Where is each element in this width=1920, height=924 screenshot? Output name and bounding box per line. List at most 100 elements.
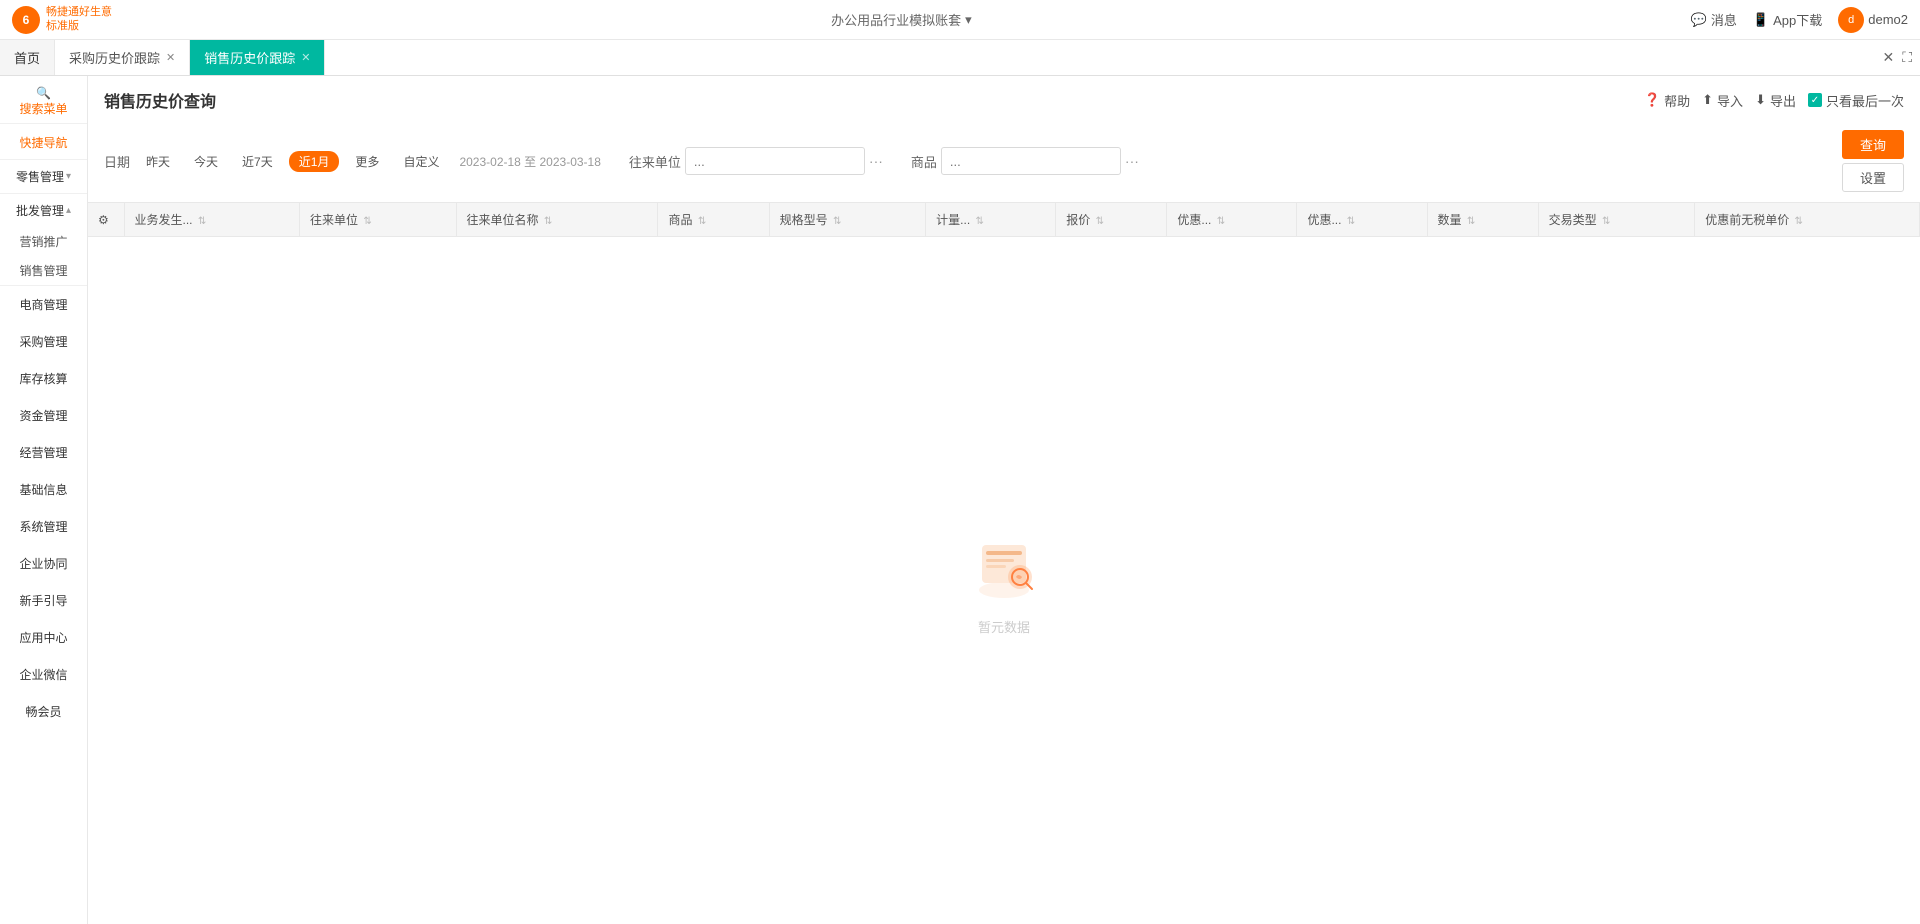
th-unit-name[interactable]: 往来单位名称 ⇅ bbox=[456, 203, 658, 237]
date-btn-custom[interactable]: 自定义 bbox=[395, 151, 447, 172]
tabbar-actions: ✕ ⛶ bbox=[1874, 40, 1920, 75]
date-btn-today[interactable]: 今天 bbox=[186, 151, 226, 172]
message-icon: 💬 bbox=[1691, 12, 1707, 28]
sidebar-item-purchase[interactable]: 采购管理 bbox=[0, 323, 87, 360]
sidebar-item-retail[interactable]: 零售管理 ▾ bbox=[0, 160, 87, 193]
sidebar-sub-sales-mgmt[interactable]: 销售管理 bbox=[0, 256, 87, 285]
sidebar-section-retail: 零售管理 ▾ bbox=[0, 160, 87, 194]
product-picker-icon[interactable]: ··· bbox=[1125, 153, 1139, 169]
sidebar-item-app-center[interactable]: 应用中心 bbox=[0, 619, 87, 656]
sidebar-section-wholesale: 批发管理 ▴ 营销推广 销售管理 bbox=[0, 194, 87, 286]
chevron-up-icon: ▴ bbox=[66, 205, 71, 216]
table-header-row: ⚙ 业务发生... ⇅ 往来单位 ⇅ 往来单位名称 bbox=[88, 203, 1920, 237]
export-icon: ⬇ bbox=[1755, 92, 1766, 108]
sidebar-item-ecom[interactable]: 电商管理 bbox=[0, 286, 87, 323]
chevron-down-icon: ▾ bbox=[965, 12, 972, 28]
th-price[interactable]: 报价 ⇅ bbox=[1056, 203, 1167, 237]
sort-icon: ⇅ bbox=[198, 216, 206, 227]
app-selector-dropdown[interactable]: 办公用品行业模拟账套 ▾ bbox=[831, 10, 972, 29]
sort-icon: ⇅ bbox=[363, 216, 371, 227]
date-btn-1month[interactable]: 近1月 bbox=[289, 151, 340, 172]
th-unit-code[interactable]: 往来单位 ⇅ bbox=[299, 203, 456, 237]
sort-icon: ⇅ bbox=[1096, 216, 1104, 227]
from-unit-field: 往来单位 ··· bbox=[629, 147, 883, 175]
th-qty[interactable]: 数量 ⇅ bbox=[1427, 203, 1538, 237]
help-button[interactable]: ❓ 帮助 bbox=[1644, 91, 1690, 110]
product-field: 商品 ··· bbox=[911, 147, 1139, 175]
sort-icon: ⇅ bbox=[976, 216, 984, 227]
empty-text: 暂元数据 bbox=[978, 617, 1030, 636]
only-last-checkbox[interactable]: ✓ 只看最后一次 bbox=[1808, 91, 1904, 110]
th-discount1[interactable]: 优惠... ⇅ bbox=[1167, 203, 1297, 237]
sort-icon: ⇅ bbox=[1217, 216, 1225, 227]
avatar: d bbox=[1838, 7, 1864, 33]
page-title-row: 销售历史价查询 ❓ 帮助 ⬆ 导入 ⬇ 导出 bbox=[104, 88, 1904, 112]
app-download-button[interactable]: 📱 App下载 bbox=[1753, 10, 1822, 29]
logo-text: 畅捷通好生意 标准版 bbox=[46, 6, 112, 32]
page-actions: ❓ 帮助 ⬆ 导入 ⬇ 导出 ✓ 只看最后一次 bbox=[1644, 91, 1904, 110]
sidebar-item-corp-wechat[interactable]: 企业微信 bbox=[0, 656, 87, 693]
table-section: ⚙ 业务发生... ⇅ 往来单位 ⇅ 往来单位名称 bbox=[88, 203, 1920, 924]
sort-icon: ⇅ bbox=[1602, 216, 1610, 227]
help-icon: ❓ bbox=[1644, 92, 1660, 108]
import-icon: ⬆ bbox=[1702, 92, 1713, 108]
sort-icon: ⇅ bbox=[1347, 216, 1355, 227]
maximize-action[interactable]: ⛶ bbox=[1902, 49, 1912, 66]
sidebar-sub-marketing[interactable]: 营销推广 bbox=[0, 227, 87, 256]
sidebar-item-basic[interactable]: 基础信息 bbox=[0, 471, 87, 508]
topbar-left: 6 畅捷通好生意 标准版 bbox=[12, 6, 112, 34]
th-pre-tax-price[interactable]: 优惠前无税单价 ⇅ bbox=[1695, 203, 1920, 237]
sidebar-item-inventory[interactable]: 库存核算 bbox=[0, 360, 87, 397]
content-area: 销售历史价查询 ❓ 帮助 ⬆ 导入 ⬇ 导出 bbox=[88, 76, 1920, 924]
tab-purchase-history[interactable]: 采购历史价跟踪 ✕ bbox=[55, 40, 190, 75]
tab-close-sales[interactable]: ✕ bbox=[301, 51, 310, 64]
logo-icon: 6 bbox=[12, 6, 40, 34]
tabbar: 首页 采购历史价跟踪 ✕ 销售历史价跟踪 ✕ ✕ ⛶ bbox=[0, 40, 1920, 76]
tab-home[interactable]: 首页 bbox=[0, 40, 55, 75]
sort-icon: ⇅ bbox=[1467, 216, 1475, 227]
page-header: 销售历史价查询 ❓ 帮助 ⬆ 导入 ⬇ 导出 bbox=[88, 76, 1920, 203]
settings-button[interactable]: 设置 bbox=[1842, 163, 1904, 192]
sort-icon: ⇅ bbox=[698, 216, 706, 227]
message-button[interactable]: 💬 消息 bbox=[1691, 10, 1737, 29]
from-unit-picker-icon[interactable]: ··· bbox=[869, 153, 883, 169]
page-title: 销售历史价查询 bbox=[104, 88, 216, 112]
close-tab-action[interactable]: ✕ bbox=[1882, 49, 1894, 66]
import-button[interactable]: ⬆ 导入 bbox=[1702, 91, 1743, 110]
sidebar-item-operations[interactable]: 经营管理 bbox=[0, 434, 87, 471]
sidebar-quick-nav[interactable]: 快捷导航 bbox=[0, 124, 87, 160]
download-icon: 📱 bbox=[1753, 12, 1769, 28]
sidebar-item-corp-collab[interactable]: 企业协同 bbox=[0, 545, 87, 582]
th-trade-type[interactable]: 交易类型 ⇅ bbox=[1538, 203, 1695, 237]
sidebar-item-finance[interactable]: 资金管理 bbox=[0, 397, 87, 434]
sidebar-search[interactable]: 🔍 搜索菜单 bbox=[0, 76, 87, 124]
tab-sales-history[interactable]: 销售历史价跟踪 ✕ bbox=[190, 40, 325, 75]
chevron-down-icon: ▾ bbox=[66, 171, 71, 182]
empty-illustration bbox=[964, 525, 1044, 605]
sidebar-item-system[interactable]: 系统管理 bbox=[0, 508, 87, 545]
product-input[interactable] bbox=[941, 147, 1121, 175]
topbar-center: 办公用品行业模拟账套 ▾ bbox=[831, 10, 972, 29]
date-btn-more[interactable]: 更多 bbox=[347, 151, 387, 172]
content-body: 销售历史价查询 ❓ 帮助 ⬆ 导入 ⬇ 导出 bbox=[88, 76, 1920, 924]
export-button[interactable]: ⬇ 导出 bbox=[1755, 91, 1796, 110]
sidebar-item-newbie[interactable]: 新手引导 bbox=[0, 582, 87, 619]
th-discount2[interactable]: 优惠... ⇅ bbox=[1297, 203, 1427, 237]
th-biz-date[interactable]: 业务发生... ⇅ bbox=[124, 203, 299, 237]
sort-icon: ⇅ bbox=[544, 216, 552, 227]
sidebar-item-member[interactable]: 畅会员 bbox=[0, 693, 87, 730]
tab-close-purchase[interactable]: ✕ bbox=[166, 51, 175, 64]
from-unit-input[interactable] bbox=[685, 147, 865, 175]
date-btn-7days[interactable]: 近7天 bbox=[234, 151, 281, 172]
th-gear[interactable]: ⚙ bbox=[88, 203, 124, 237]
th-spec[interactable]: 规格型号 ⇅ bbox=[769, 203, 926, 237]
query-button[interactable]: 查询 bbox=[1842, 130, 1904, 159]
date-btn-yesterday[interactable]: 昨天 bbox=[138, 151, 178, 172]
sort-icon: ⇅ bbox=[833, 216, 841, 227]
topbar: 6 畅捷通好生意 标准版 办公用品行业模拟账套 ▾ 💬 消息 📱 App下载 d… bbox=[0, 0, 1920, 40]
th-unit[interactable]: 计量... ⇅ bbox=[926, 203, 1056, 237]
th-product[interactable]: 商品 ⇅ bbox=[658, 203, 769, 237]
checkbox-icon: ✓ bbox=[1808, 93, 1822, 107]
user-profile[interactable]: d demo2 bbox=[1838, 7, 1908, 33]
sidebar-item-wholesale[interactable]: 批发管理 ▴ bbox=[0, 194, 87, 227]
